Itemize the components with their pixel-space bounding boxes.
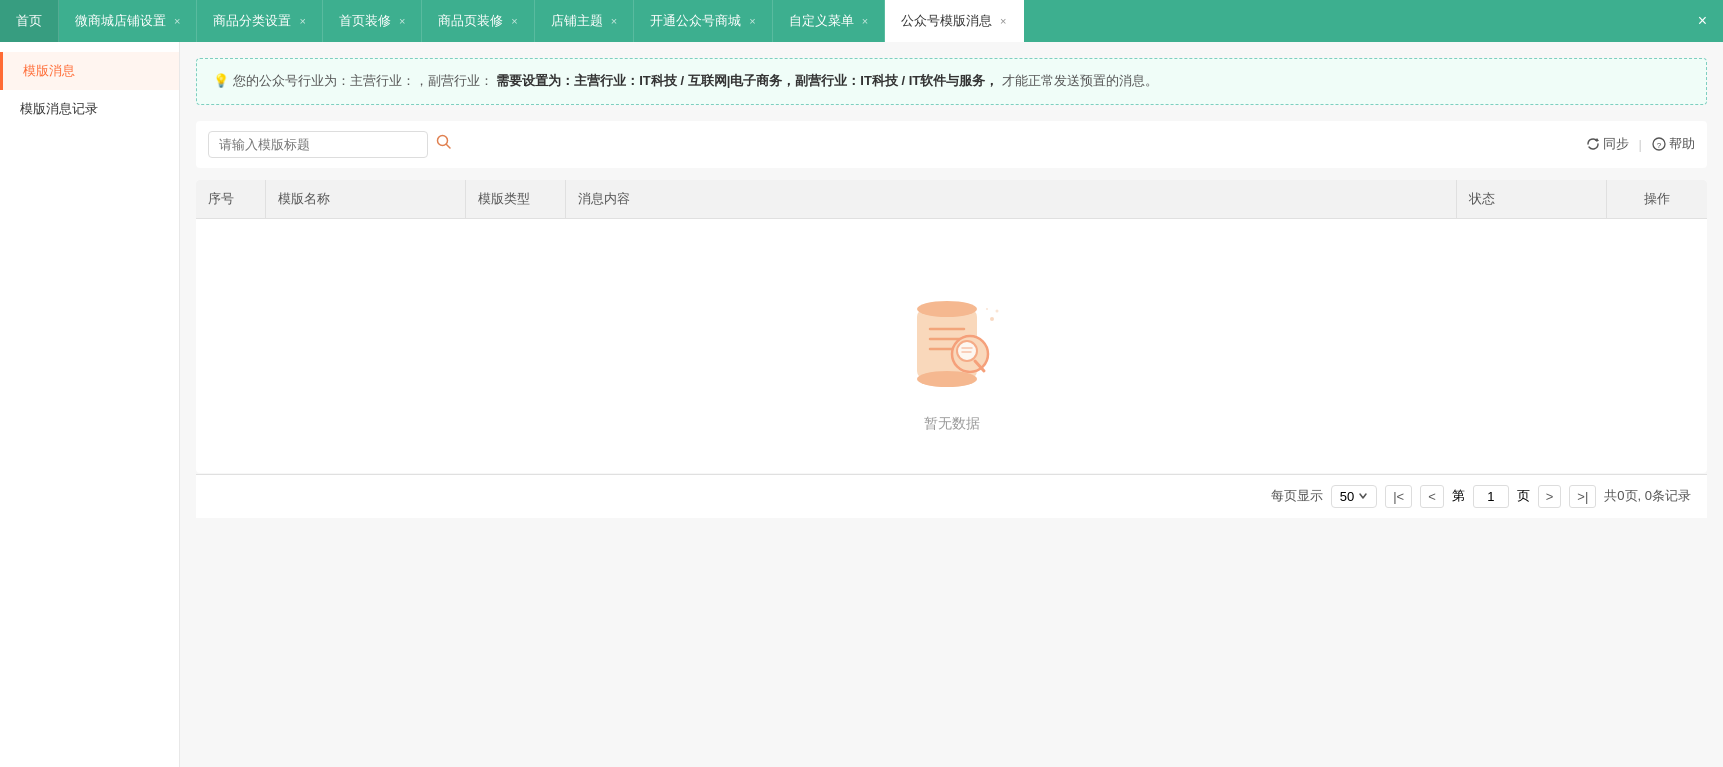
sync-label: 同步	[1603, 135, 1629, 153]
nav-tab-label: 首页	[16, 12, 42, 30]
sync-icon	[1586, 137, 1600, 151]
svg-point-7	[917, 301, 977, 317]
sidebar-item-template-msg-log[interactable]: 模版消息记录	[0, 90, 179, 128]
tab-close-icon[interactable]: ×	[174, 15, 180, 27]
search-left	[208, 131, 452, 158]
col-header-action: 操作	[1607, 180, 1707, 218]
nav-tab-label: 首页装修	[339, 12, 391, 30]
nav-tab-home-decor[interactable]: 首页装修 ×	[323, 0, 422, 42]
page-prev-button[interactable]: <	[1420, 485, 1444, 508]
nav-tab-label: 自定义菜单	[789, 12, 854, 30]
notice-highlight: 需要设置为：主营行业：IT科技 / 互联网|电子商务，副营行业：IT科技 / I…	[496, 73, 998, 88]
table-header: 序号 模版名称 模版类型 消息内容 状态 操作	[196, 180, 1707, 219]
sidebar-item-label: 模版消息	[23, 63, 75, 78]
help-label: 帮助	[1669, 135, 1695, 153]
svg-point-19	[986, 308, 988, 310]
total-info: 共0页, 0条记录	[1604, 487, 1691, 505]
pagination-bar: 每页显示 50 |< < 第 页 > >| 共0页, 0条记录	[196, 474, 1707, 518]
search-right: 同步 | ? 帮助	[1586, 135, 1695, 153]
per-page-select[interactable]: 50	[1331, 485, 1377, 508]
tab-close-icon[interactable]: ×	[399, 15, 405, 27]
empty-state: 暂无数据	[196, 219, 1707, 473]
notice-box: 💡 您的公众号行业为：主营行业：，副营行业： 需要设置为：主营行业：IT科技 /…	[196, 58, 1707, 105]
notice-suffix: 才能正常发送预置的消息。	[1002, 73, 1158, 88]
nav-tab-category[interactable]: 商品分类设置 ×	[197, 0, 322, 42]
svg-point-17	[990, 317, 994, 321]
nav-tab-template-msg[interactable]: 公众号模版消息 ×	[885, 0, 1023, 42]
nav-tab-open-mall[interactable]: 开通公众号商城 ×	[634, 0, 772, 42]
empty-text: 暂无数据	[924, 415, 980, 433]
svg-text:?: ?	[1657, 141, 1662, 150]
svg-line-1	[447, 145, 451, 149]
nav-tab-label: 开通公众号商城	[650, 12, 741, 30]
nav-tab-product-decor[interactable]: 商品页装修 ×	[422, 0, 534, 42]
close-all-button[interactable]: ×	[1682, 12, 1723, 30]
nav-tab-label: 店铺主题	[551, 12, 603, 30]
empty-illustration	[892, 279, 1012, 399]
col-header-content: 消息内容	[566, 180, 1457, 218]
per-page-value: 50	[1340, 489, 1354, 504]
page-unit: 页	[1517, 487, 1530, 505]
page-next-button[interactable]: >	[1538, 485, 1562, 508]
page-first-button[interactable]: |<	[1385, 485, 1412, 508]
top-nav: 首页微商城店铺设置×商品分类设置×首页装修×商品页装修×店铺主题×开通公众号商城…	[0, 0, 1723, 42]
help-icon: ?	[1652, 137, 1666, 151]
nav-tab-label: 商品分类设置	[213, 12, 291, 30]
svg-point-13	[957, 341, 977, 361]
tab-close-icon[interactable]: ×	[862, 15, 868, 27]
sidebar: 模版消息模版消息记录	[0, 42, 180, 767]
nav-tab-label: 微商城店铺设置	[75, 12, 166, 30]
col-header-status: 状态	[1457, 180, 1607, 218]
divider: |	[1639, 137, 1642, 152]
nav-tab-label: 商品页装修	[438, 12, 503, 30]
nav-tab-micro-store[interactable]: 微商城店铺设置 ×	[59, 0, 197, 42]
nav-tab-custom-menu[interactable]: 自定义菜单 ×	[773, 0, 885, 42]
content-area: 💡 您的公众号行业为：主营行业：，副营行业： 需要设置为：主营行业：IT科技 /…	[180, 42, 1723, 767]
nav-tab-theme[interactable]: 店铺主题 ×	[535, 0, 634, 42]
col-header-type: 模版类型	[466, 180, 566, 218]
sidebar-item-label: 模版消息记录	[20, 101, 98, 116]
nav-tab-label: 公众号模版消息	[901, 12, 992, 30]
nav-tab-home[interactable]: 首页	[0, 0, 59, 42]
table-scroll[interactable]: 序号 模版名称 模版类型 消息内容 状态 操作	[196, 180, 1707, 473]
page-number-input[interactable]	[1473, 485, 1509, 508]
tab-close-icon[interactable]: ×	[299, 15, 305, 27]
per-page-label: 每页显示	[1271, 487, 1323, 505]
tab-close-icon[interactable]: ×	[1000, 15, 1006, 27]
table-container: 序号 模版名称 模版类型 消息内容 状态 操作	[196, 180, 1707, 473]
svg-point-8	[917, 371, 977, 387]
tab-close-icon[interactable]: ×	[511, 15, 517, 27]
col-header-index: 序号	[196, 180, 266, 218]
main-layout: 模版消息模版消息记录 💡 您的公众号行业为：主营行业：，副营行业： 需要设置为：…	[0, 42, 1723, 767]
search-bar: 同步 | ? 帮助	[196, 121, 1707, 168]
tab-close-icon[interactable]: ×	[749, 15, 755, 27]
sidebar-item-template-msg[interactable]: 模版消息	[0, 52, 179, 90]
page-last-button[interactable]: >|	[1569, 485, 1596, 508]
col-header-name: 模版名称	[266, 180, 466, 218]
bulb-icon: 💡	[213, 73, 229, 88]
search-input[interactable]	[208, 131, 428, 158]
page-label: 第	[1452, 487, 1465, 505]
svg-point-18	[995, 309, 998, 312]
tab-close-icon[interactable]: ×	[611, 15, 617, 27]
sync-button[interactable]: 同步	[1586, 135, 1629, 153]
search-icon	[436, 134, 452, 150]
chevron-down-icon	[1358, 491, 1368, 501]
notice-prefix: 您的公众号行业为：主营行业：，副营行业：	[233, 73, 493, 88]
search-button[interactable]	[436, 134, 452, 154]
help-button[interactable]: ? 帮助	[1652, 135, 1695, 153]
